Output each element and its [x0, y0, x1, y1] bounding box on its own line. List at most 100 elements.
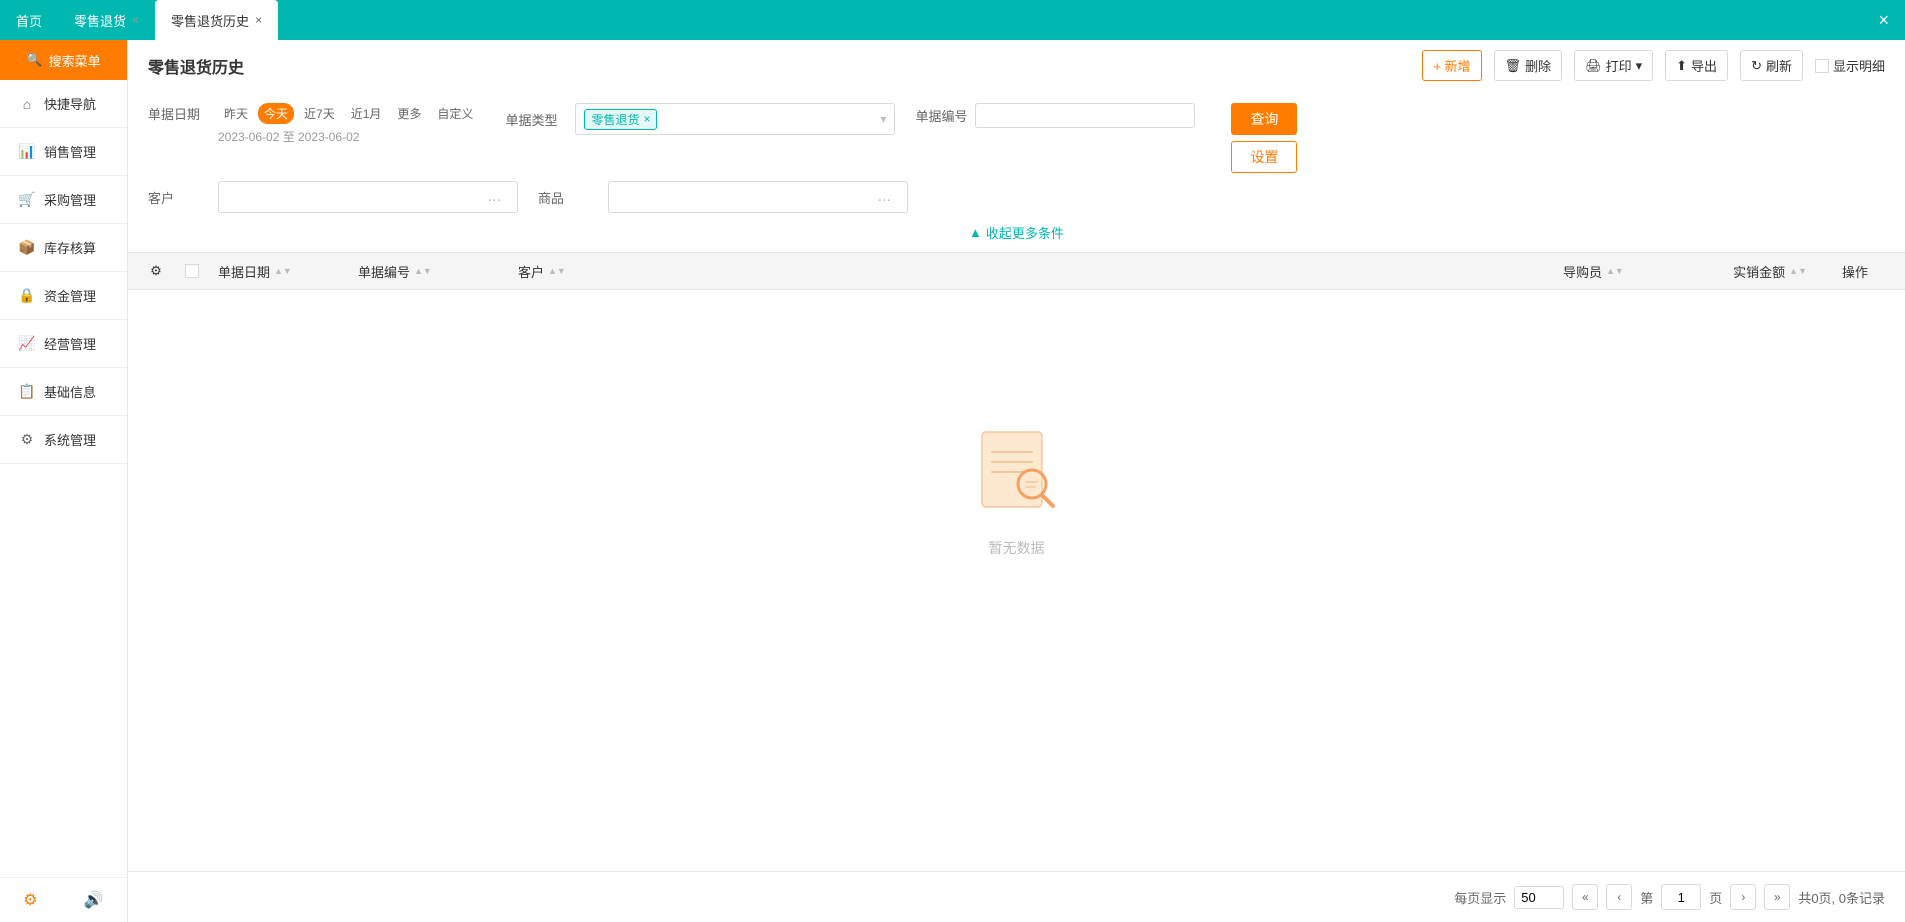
- tab-retail-return-history[interactable]: 零售退货历史 ×: [155, 0, 278, 40]
- delete-button[interactable]: 🗑 删除: [1494, 50, 1563, 81]
- goods-select[interactable]: ...: [608, 181, 908, 213]
- select-all-checkbox[interactable]: [185, 264, 199, 278]
- main-content: 零售退货历史 + 新增 🗑 删除 🖨 打印 ▾ ⬆ 导出: [128, 40, 1905, 922]
- tab-retail-return[interactable]: 零售退货 ×: [58, 0, 155, 40]
- sidebar: 🔍 搜索菜单 ⌂ 快捷导航 📊 销售管理 🛒 采购管理 📦 库存核算 🔒 资金管…: [0, 40, 128, 922]
- goods-filter-label: 商品: [538, 188, 608, 207]
- search-icon: 🔍: [26, 52, 42, 68]
- display-detail-checkbox[interactable]: [1815, 59, 1829, 73]
- th-checkbox[interactable]: [174, 264, 210, 278]
- type-select-chevron-icon: ▾: [880, 112, 886, 126]
- empty-state: 暂无数据: [128, 290, 1905, 690]
- th-guide[interactable]: 导购员 ▲▼: [1555, 262, 1695, 281]
- toolbar: + 新增 🗑 删除 🖨 打印 ▾ ⬆ 导出 ↻: [1422, 50, 1885, 81]
- sidebar-item-system[interactable]: ⚙ 系统管理: [0, 416, 127, 464]
- order-number-input[interactable]: [975, 103, 1195, 128]
- type-tag: 零售退货 ×: [584, 109, 657, 130]
- prev-page-button[interactable]: ‹: [1606, 884, 1632, 910]
- goods-dots[interactable]: ...: [870, 188, 899, 206]
- tab-retail-return-close[interactable]: ×: [132, 13, 139, 27]
- collapse-icon: ▲: [969, 225, 982, 240]
- first-page-button[interactable]: «: [1572, 884, 1598, 910]
- th-amount[interactable]: 实销金额 ▲▼: [1695, 262, 1815, 281]
- empty-icon: [967, 422, 1067, 522]
- sidebar-item-quick-nav[interactable]: ⌂ 快捷导航: [0, 80, 127, 128]
- more-btn[interactable]: 更多: [391, 103, 427, 124]
- sidebar-search-btn[interactable]: 🔍 搜索菜单: [0, 40, 127, 80]
- per-page-select[interactable]: 50 10 20 100: [1514, 886, 1564, 909]
- sidebar-item-operation[interactable]: 📈 经营管理: [0, 320, 127, 368]
- today-btn[interactable]: 今天: [258, 103, 294, 124]
- refresh-icon: ↻: [1751, 58, 1762, 74]
- customer-dots[interactable]: ...: [480, 188, 509, 206]
- settings-bottom-icon[interactable]: ⚙: [23, 890, 37, 910]
- sidebar-item-base-info[interactable]: 📋 基础信息: [0, 368, 127, 416]
- tab-home[interactable]: 首页: [0, 0, 58, 40]
- top-tab-bar: 首页 零售退货 × 零售退货历史 × ×: [0, 0, 1905, 40]
- date-shortcuts: 昨天 今天 近7天 近1月 更多 自定义: [218, 103, 479, 124]
- date-filter-label: 单据日期: [148, 104, 218, 123]
- table-area: ⚙ 单据日期 ▲▼ 单据编号 ▲▼ 客户 ▲▼ 导购员: [128, 252, 1905, 871]
- bag-icon: 🛒: [18, 191, 36, 209]
- main-layout: 🔍 搜索菜单 ⌂ 快捷导航 📊 销售管理 🛒 采购管理 📦 库存核算 🔒 资金管…: [0, 40, 1905, 922]
- export-icon: ⬆: [1676, 58, 1687, 74]
- th-date[interactable]: 单据日期 ▲▼: [210, 262, 350, 281]
- collapse-filter-button[interactable]: ▲ 收起更多条件: [969, 217, 1064, 252]
- customer-select[interactable]: ...: [218, 181, 518, 213]
- sidebar-item-inventory[interactable]: 📦 库存核算: [0, 224, 127, 272]
- guide-sort-icon: ▲▼: [1606, 267, 1624, 276]
- customer-filter-label: 客户: [148, 188, 218, 207]
- page-title: 零售退货历史: [148, 54, 244, 78]
- last-page-button[interactable]: »: [1764, 884, 1790, 910]
- type-select[interactable]: 零售退货 × ▾: [575, 103, 895, 135]
- last7-btn[interactable]: 近7天: [298, 103, 341, 124]
- order-sort-icon: ▲▼: [414, 267, 432, 276]
- tab-retail-return-history-close[interactable]: ×: [255, 13, 262, 27]
- volume-bottom-icon[interactable]: 🔊: [84, 890, 104, 910]
- new-button[interactable]: + 新增: [1422, 50, 1481, 81]
- customer-sort-icon: ▲▼: [548, 267, 566, 276]
- date-sort-icon: ▲▼: [274, 267, 292, 276]
- box-icon: 📦: [18, 239, 36, 257]
- column-settings-icon[interactable]: ⚙: [150, 263, 162, 279]
- total-label: 共0页, 0条记录: [1798, 888, 1885, 907]
- print-button[interactable]: 🖨 打印 ▾: [1574, 50, 1653, 81]
- info-icon: 📋: [18, 383, 36, 401]
- yesterday-btn[interactable]: 昨天: [218, 103, 254, 124]
- last1month-btn[interactable]: 近1月: [345, 103, 388, 124]
- chart-icon: 📊: [18, 143, 36, 161]
- th-customer[interactable]: 客户 ▲▼: [510, 262, 1555, 281]
- page-label: 第: [1640, 888, 1653, 907]
- delete-icon: 🗑: [1505, 58, 1522, 74]
- sidebar-bottom: ⚙ 🔊: [0, 877, 127, 922]
- sidebar-item-finance[interactable]: 🔒 资金管理: [0, 272, 127, 320]
- lock-icon: 🔒: [18, 287, 36, 305]
- refresh-button[interactable]: ↻ 刷新: [1740, 50, 1803, 81]
- custom-btn[interactable]: 自定义: [431, 103, 479, 124]
- query-set-group: 查询 设置: [1231, 103, 1297, 173]
- sidebar-item-sales[interactable]: 📊 销售管理: [0, 128, 127, 176]
- page-unit-label: 页: [1709, 888, 1722, 907]
- page-number-input[interactable]: [1661, 884, 1701, 910]
- sidebar-item-purchase[interactable]: 🛒 采购管理: [0, 176, 127, 224]
- home-icon: ⌂: [18, 95, 36, 113]
- gear-icon: ⚙: [18, 431, 36, 449]
- th-action: 操作: [1815, 262, 1895, 281]
- filter-area: 单据日期 昨天 今天 近7天 近1月 更多 自定义 2023-06-02 至 2…: [148, 93, 1885, 252]
- th-settings[interactable]: ⚙: [138, 263, 174, 279]
- set-button[interactable]: 设置: [1231, 141, 1297, 173]
- type-filter-label: 单据类型: [505, 110, 575, 129]
- table-header: ⚙ 单据日期 ▲▼ 单据编号 ▲▼ 客户 ▲▼ 导购员: [128, 252, 1905, 290]
- window-close-button[interactable]: ×: [1878, 10, 1889, 31]
- th-order[interactable]: 单据编号 ▲▼: [350, 262, 510, 281]
- export-button[interactable]: ⬆ 导出: [1665, 50, 1728, 81]
- empty-text: 暂无数据: [989, 538, 1045, 558]
- type-tag-close[interactable]: ×: [643, 112, 650, 126]
- order-filter-label: 单据编号: [915, 106, 975, 125]
- query-button[interactable]: 查询: [1231, 103, 1297, 135]
- per-page-label: 每页显示: [1454, 888, 1506, 907]
- date-range-display: 2023-06-02 至 2023-06-02: [218, 128, 485, 145]
- display-detail-label[interactable]: 显示明细: [1815, 56, 1885, 75]
- amount-sort-icon: ▲▼: [1789, 267, 1807, 276]
- next-page-button[interactable]: ›: [1730, 884, 1756, 910]
